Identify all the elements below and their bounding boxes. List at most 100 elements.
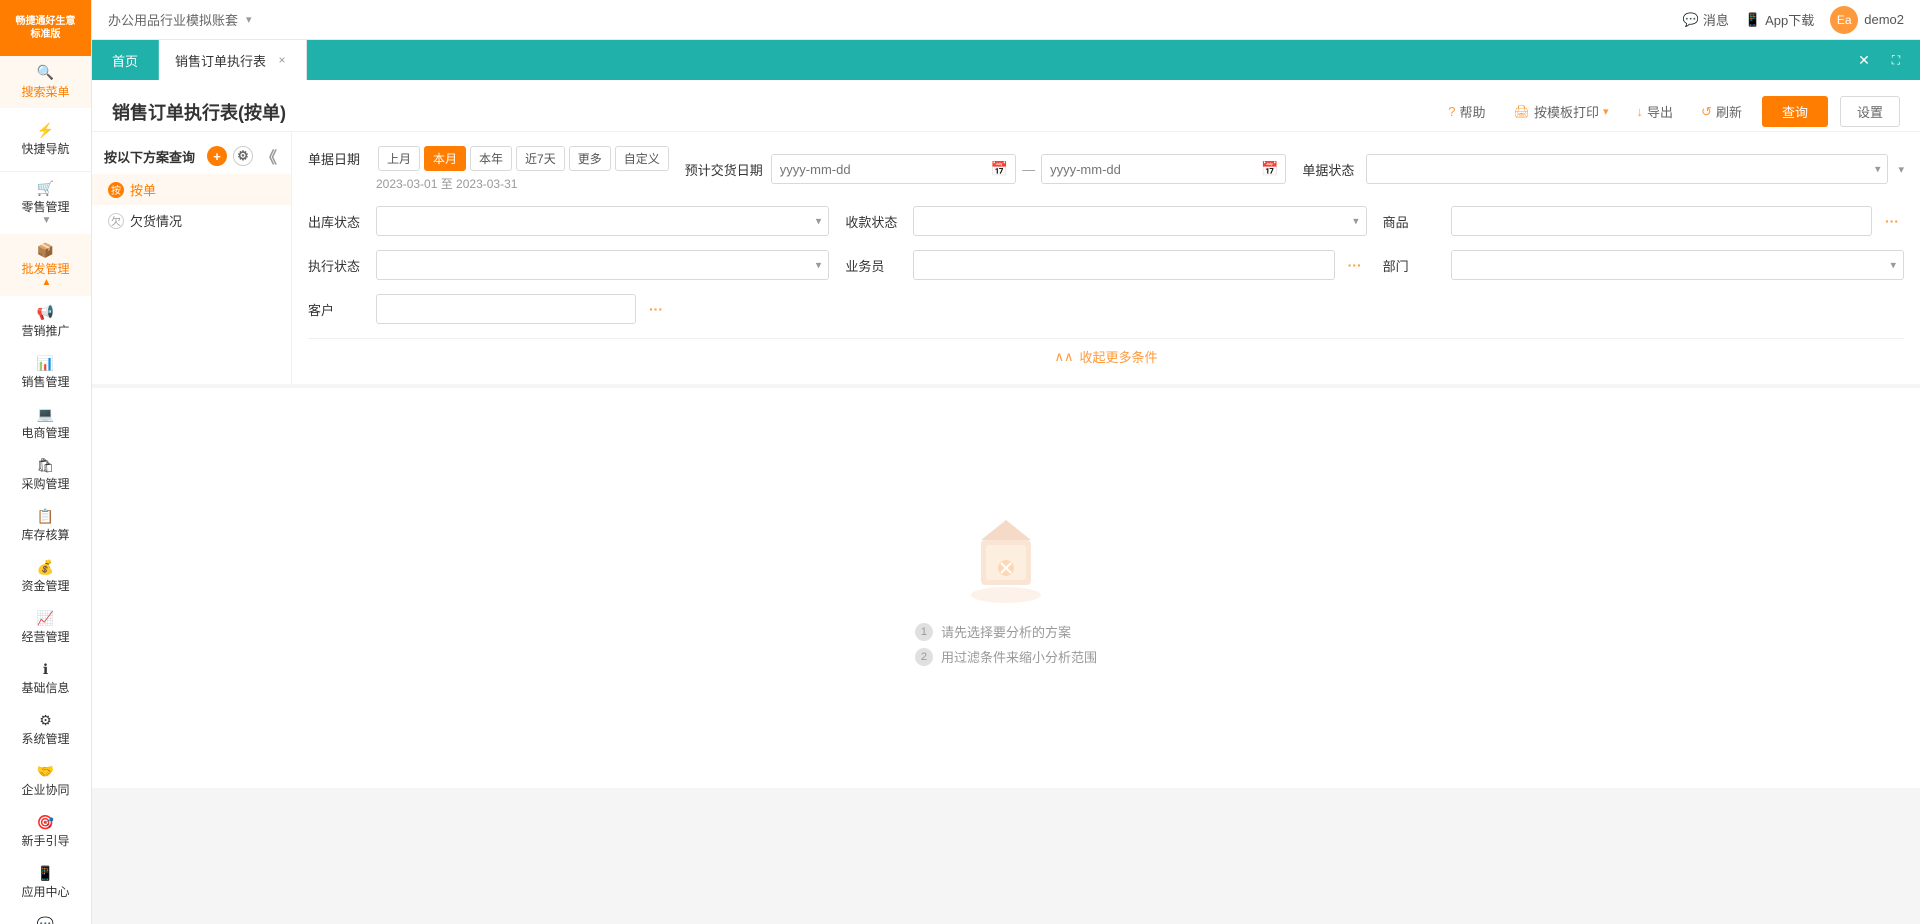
sidebar: 畅捷通好生意 标准版 🔍 搜索菜单 ⚡ 快捷导航 🛒 零售管理 ▼ 📦 批发管理… — [0, 0, 92, 924]
sidebar-item-system[interactable]: ⚙ 系统管理 — [0, 704, 91, 755]
date-btn-last-month[interactable]: 上月 — [378, 146, 420, 171]
sidebar-item-app-center[interactable]: 📱 应用中心 — [0, 857, 91, 908]
goods-input-wrap[interactable] — [1451, 206, 1872, 236]
customer-field: 客户 ··· — [308, 294, 668, 324]
tip-text-1: 请先选择要分析的方案 — [941, 622, 1071, 641]
expected-date-end[interactable]: 📅 — [1041, 154, 1286, 184]
date-btn-custom[interactable]: 自定义 — [615, 146, 669, 171]
salesperson-field: 业务员 ··· — [845, 250, 1366, 280]
sidebar-item-enterprise[interactable]: 🤝 企业协同 — [0, 755, 91, 806]
sidebar-item-quick-nav[interactable]: ⚡ 快捷导航 — [0, 114, 91, 165]
expected-date-end-input[interactable] — [1041, 154, 1286, 184]
date-btn-this-year[interactable]: 本年 — [470, 146, 512, 171]
main-area: 办公用品行业模拟账套 ▾ 💬 消息 📱 App下载 Ea demo2 首页 — [92, 0, 1920, 924]
date-btn-this-month[interactable]: 本月 — [424, 146, 466, 171]
industry-label: 办公用品行业模拟账套 — [108, 10, 238, 29]
sidebar-item-base-info[interactable]: ℹ 基础信息 — [0, 653, 91, 704]
filter-row-2: 出库状态 收款状态 — [308, 206, 1904, 236]
date-btn-more[interactable]: 更多 — [569, 146, 611, 171]
goods-label: 商品 — [1383, 212, 1443, 231]
tab-maximize-btn[interactable]: ⛶ — [1884, 48, 1908, 72]
message-label: 消息 — [1703, 10, 1729, 29]
tab-close-btn[interactable]: × — [274, 52, 290, 68]
exec-status-field: 执行状态 — [308, 250, 829, 280]
finance-icon: 💰 — [38, 559, 54, 575]
expected-date-start-input[interactable] — [771, 154, 1016, 184]
out-status-label: 出库状态 — [308, 212, 368, 231]
scheme-label-1: 欠货情况 — [130, 211, 182, 230]
page-title: 销售订单执行表(按单) — [112, 99, 286, 125]
single-status-label: 单据状态 — [1302, 160, 1358, 179]
filter-scheme-item-0[interactable]: 按 按单 — [92, 174, 291, 205]
industry-dropdown-arrow[interactable]: ▾ — [246, 13, 252, 26]
filter-left-header: 按以下方案查询 + ⚙ 《 — [92, 142, 291, 174]
user-profile-btn[interactable]: Ea demo2 — [1830, 6, 1904, 34]
date-range-display: 2023-03-01 至 2023-03-31 — [376, 175, 517, 192]
collect-status-select-wrap[interactable] — [913, 206, 1366, 236]
filter-scheme-item-1[interactable]: 欠 欠货情况 — [92, 205, 291, 236]
chevron-up-icon: ∧∧ — [1054, 349, 1073, 365]
export-btn[interactable]: ↓ 导出 — [1629, 98, 1682, 125]
goods-select-btn[interactable]: ··· — [1880, 206, 1904, 236]
exec-status-select[interactable] — [376, 250, 829, 280]
single-status-select-wrap[interactable] — [1366, 154, 1888, 184]
date-btn-7days[interactable]: 近7天 — [516, 146, 565, 171]
filter-left-icons: + ⚙ 《 — [207, 146, 279, 166]
single-status-select[interactable] — [1366, 154, 1888, 184]
message-btn[interactable]: 💬 消息 — [1683, 10, 1729, 29]
tab-close-window-btn[interactable]: ✕ — [1852, 48, 1876, 72]
tip-text-2: 用过滤条件来缩小分析范围 — [941, 647, 1097, 666]
tab-bar-actions: ✕ ⛶ — [1840, 40, 1920, 80]
sidebar-item-wholesale[interactable]: 📦 批发管理 ▲ — [0, 234, 91, 296]
dept-select-wrap[interactable] — [1451, 250, 1904, 280]
settings-button[interactable]: 设置 — [1840, 96, 1900, 127]
tab-sales-order[interactable]: 销售订单执行表 × — [159, 40, 307, 80]
app-download-btn[interactable]: 📱 App下载 — [1745, 10, 1814, 29]
dept-field: 部门 — [1383, 250, 1904, 280]
refresh-btn[interactable]: ↺ 刷新 — [1693, 98, 1750, 125]
query-button[interactable]: 查询 — [1762, 96, 1828, 127]
out-status-select[interactable] — [376, 206, 829, 236]
sidebar-item-operations[interactable]: 📈 经营管理 — [0, 602, 91, 653]
sidebar-item-sales[interactable]: 📊 销售管理 — [0, 347, 91, 398]
dept-select[interactable] — [1451, 250, 1904, 280]
customer-input[interactable] — [376, 294, 636, 324]
print-label: 按模板打印 — [1534, 102, 1599, 121]
collapse-left-btn[interactable]: 《 — [259, 146, 279, 166]
tab-home[interactable]: 首页 — [92, 40, 159, 80]
empty-tip-1: 1 请先选择要分析的方案 — [915, 622, 1097, 641]
salesperson-select-btn[interactable]: ··· — [1343, 250, 1367, 280]
salesperson-input[interactable] — [913, 250, 1334, 280]
settings-scheme-btn[interactable]: ⚙ — [233, 146, 253, 166]
sidebar-item-ecommerce[interactable]: 💻 电商管理 — [0, 398, 91, 449]
help-btn[interactable]: ? 帮助 — [1440, 98, 1493, 125]
out-status-select-wrap[interactable] — [376, 206, 829, 236]
goods-input[interactable] — [1451, 206, 1872, 236]
customer-select-btn[interactable]: ··· — [644, 294, 668, 324]
collapse-more-btn[interactable]: ∧∧ 收起更多条件 — [308, 338, 1904, 370]
sidebar-item-wechat[interactable]: 💬 企业微信 — [0, 908, 91, 924]
phone-icon: 📱 — [1745, 12, 1761, 28]
add-scheme-btn[interactable]: + — [207, 146, 227, 166]
collect-status-select[interactable] — [913, 206, 1366, 236]
sidebar-item-finance[interactable]: 💰 资金管理 — [0, 551, 91, 602]
sidebar-search-item[interactable]: 🔍 搜索菜单 — [0, 56, 91, 108]
app-center-icon: 📱 — [38, 865, 54, 881]
customer-input-wrap[interactable] — [376, 294, 636, 324]
sidebar-item-retail[interactable]: 🛒 零售管理 ▼ — [0, 172, 91, 234]
date-separator: — — [1022, 162, 1035, 177]
print-dropdown-icon[interactable]: ▾ — [1603, 105, 1609, 118]
sidebar-item-purchase[interactable]: 🛍 采购管理 — [0, 449, 91, 500]
expected-date-start[interactable]: 📅 — [771, 154, 1016, 184]
single-status-expand[interactable]: ▾ — [1898, 163, 1904, 176]
sidebar-item-inventory[interactable]: 📋 库存核算 — [0, 500, 91, 551]
retail-arrow: ▼ — [42, 215, 52, 226]
retail-icon: 🛒 — [38, 180, 54, 196]
sidebar-item-beginner[interactable]: 🎯 新手引导 — [0, 806, 91, 857]
collect-status-label: 收款状态 — [845, 212, 905, 231]
message-icon: 💬 — [1683, 12, 1699, 28]
sidebar-item-marketing[interactable]: 📢 营销推广 — [0, 296, 91, 347]
print-btn[interactable]: 🖨 按模板打印 ▾ — [1505, 98, 1616, 125]
exec-status-select-wrap[interactable] — [376, 250, 829, 280]
salesperson-input-wrap[interactable] — [913, 250, 1334, 280]
